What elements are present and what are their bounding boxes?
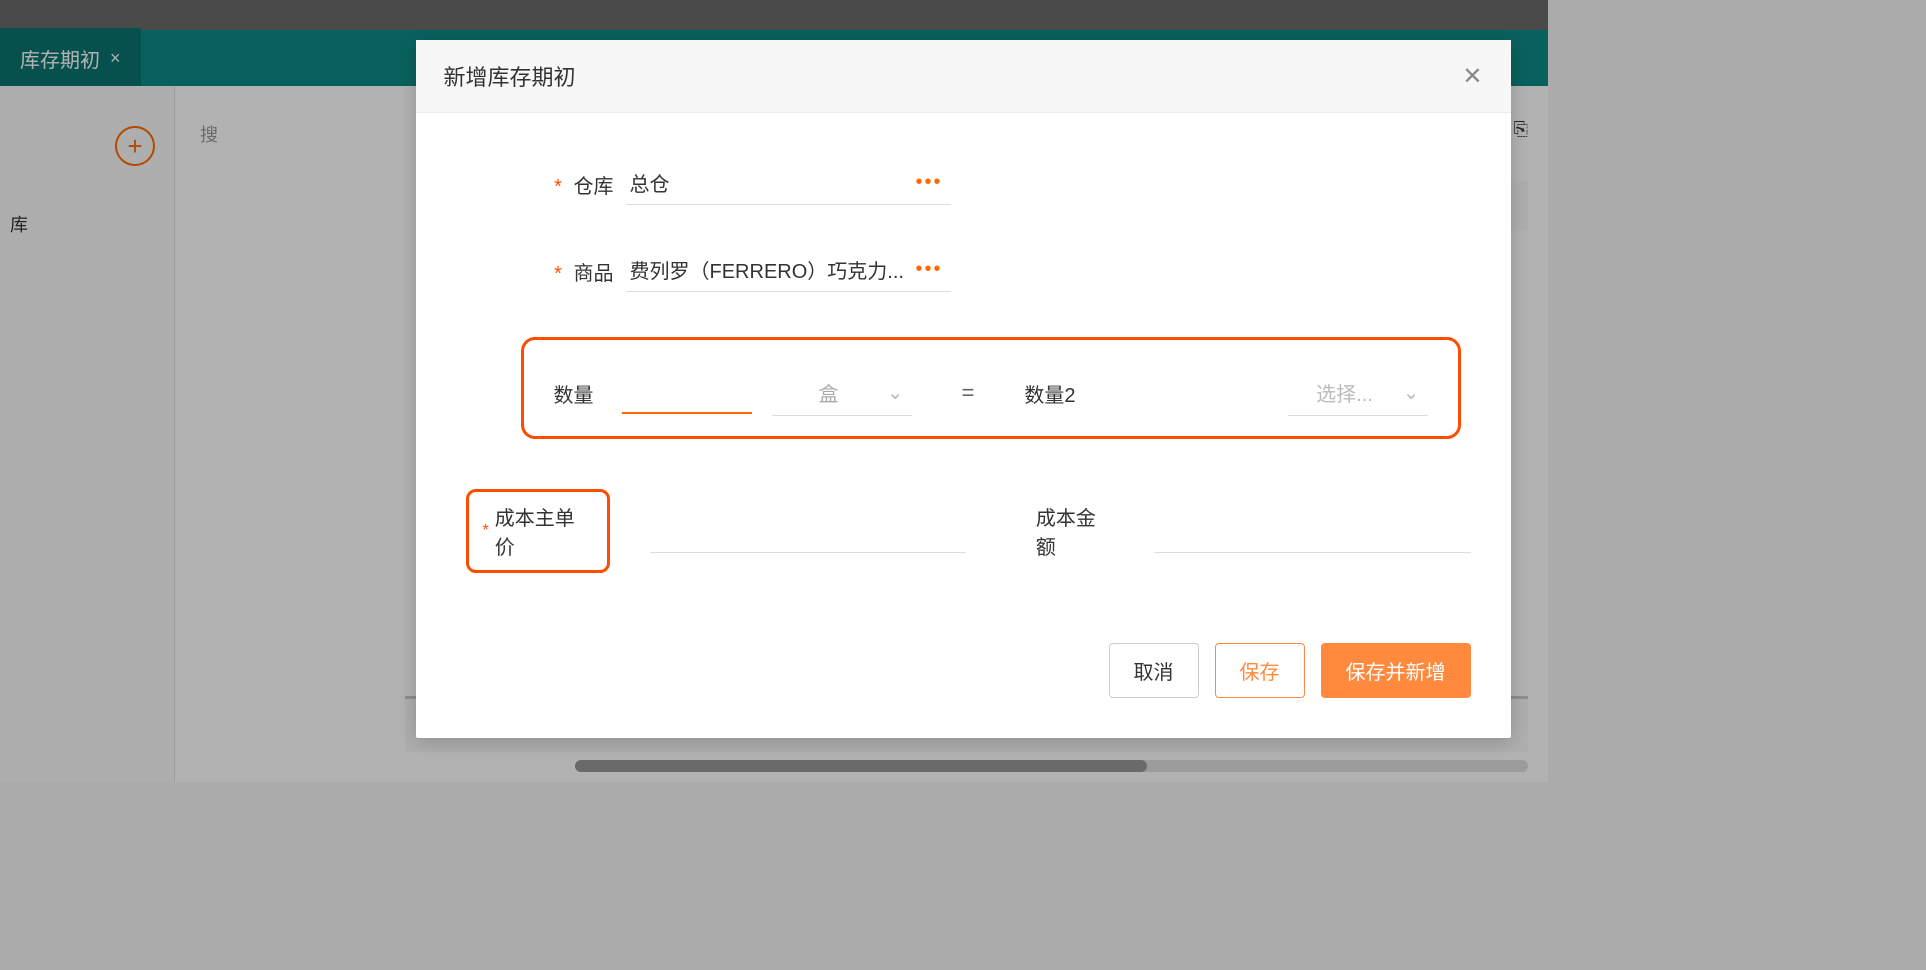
unit1-select[interactable]: 盒 ⌄ [772,370,912,416]
save-and-add-button[interactable]: 保存并新增 [1321,643,1471,698]
modal-title: 新增库存期初 [444,60,576,92]
product-row: * 商品 ••• [456,250,1471,292]
unit2-select[interactable]: 选择... ⌄ [1288,370,1428,416]
required-mark: * [483,522,489,540]
add-inventory-modal: 新增库存期初 ✕ * 仓库 ••• * 商品 [416,40,1511,738]
warehouse-input[interactable] [626,163,951,205]
qty-input[interactable] [622,373,752,414]
price-row: * 成本主单价 成本金额 [456,489,1471,573]
price-label-highlight: * 成本主单价 [466,489,611,573]
product-input[interactable] [626,250,951,292]
warehouse-input-wrap: ••• [626,163,951,205]
required-mark: * [554,176,562,198]
modal-footer: 取消 保存 保存并新增 [416,613,1511,738]
amount-label: 成本金额 [1036,502,1115,560]
warehouse-row: * 仓库 ••• [456,163,1471,205]
amount-input[interactable] [1155,509,1471,553]
chevron-down-icon: ⌄ [1403,380,1420,405]
modal-body: * 仓库 ••• * 商品 ••• 数量 [416,113,1511,613]
qty2-label: 数量2 [1024,379,1075,408]
equals-sign: = [962,380,975,406]
save-button[interactable]: 保存 [1215,643,1305,698]
price-input[interactable] [650,509,966,553]
modal-header: 新增库存期初 ✕ [416,40,1511,113]
product-input-wrap: ••• [626,250,951,292]
product-label: * 商品 [456,257,626,286]
price-label: 成本主单价 [495,502,593,560]
qty-label: 数量 [554,379,594,408]
modal-overlay: 新增库存期初 ✕ * 仓库 ••• * 商品 [0,0,1926,970]
quantity-highlight-box: 数量 盒 ⌄ = 数量2 选择... ⌄ [521,337,1461,439]
close-icon[interactable]: ✕ [1462,62,1482,91]
ellipsis-icon[interactable]: ••• [915,171,942,194]
required-mark: * [554,263,562,285]
warehouse-label: * 仓库 [456,170,626,199]
ellipsis-icon[interactable]: ••• [915,258,942,281]
cancel-button[interactable]: 取消 [1109,643,1199,698]
chevron-down-icon: ⌄ [887,380,904,405]
